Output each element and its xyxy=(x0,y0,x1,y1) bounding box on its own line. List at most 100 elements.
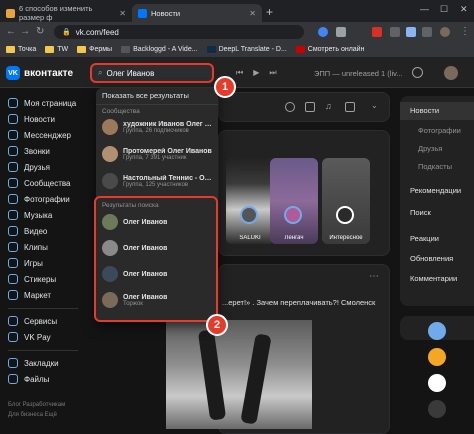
sidebar-item-my-page[interactable]: Моя страница xyxy=(8,98,76,108)
sidebar-item-video[interactable]: Видео xyxy=(8,226,47,236)
bookmark-item[interactable]: Фермы xyxy=(77,46,112,53)
bookmark-icon xyxy=(8,358,18,368)
sidebar-item-news[interactable]: Новости xyxy=(8,114,55,124)
photo-icon[interactable] xyxy=(285,102,295,112)
play-icon[interactable]: ▶ xyxy=(253,68,259,78)
mail-icon[interactable] xyxy=(428,374,446,392)
puzzle-icon[interactable] xyxy=(406,27,416,37)
header-icons xyxy=(412,67,423,78)
filter-friends[interactable]: Друзья xyxy=(418,144,442,153)
chat-icon[interactable] xyxy=(428,400,446,418)
filter-podcasts[interactable]: Подкасты xyxy=(418,162,452,171)
forward-icon[interactable]: → xyxy=(20,26,30,37)
sidebar-item-files[interactable]: Файлы xyxy=(8,374,49,384)
back-icon[interactable]: ← xyxy=(6,26,16,37)
filter-reactions[interactable]: Реакции xyxy=(410,234,439,243)
story-card[interactable]: Интересное xyxy=(322,158,370,244)
sidebar-item-friends[interactable]: Друзья xyxy=(8,162,50,172)
sidebar-item-calls[interactable]: Звонки xyxy=(8,146,50,156)
bell-icon[interactable] xyxy=(412,67,423,78)
community-result[interactable]: художник Иванов Олег #а... Группа, 26 под… xyxy=(102,119,216,135)
bookmark-item[interactable]: TW xyxy=(45,46,68,53)
filter-search[interactable]: Поиск xyxy=(410,208,431,217)
vk-logo[interactable]: VK вконтакте xyxy=(6,66,73,80)
music-icon xyxy=(8,210,18,220)
filter-comments[interactable]: Комментарии xyxy=(410,274,457,283)
story-card[interactable]: SALUKI xyxy=(226,158,274,244)
sticker-icon xyxy=(8,274,18,284)
lock-icon: 🔒 xyxy=(62,29,71,36)
reload-icon[interactable]: ↻ xyxy=(36,26,44,37)
filter-news[interactable]: Новости xyxy=(400,102,474,120)
url-field[interactable]: 🔒 vk.com/feed xyxy=(54,25,304,39)
ok-icon[interactable] xyxy=(428,348,446,366)
video-icon xyxy=(8,226,18,236)
filter-updates[interactable]: Обновления xyxy=(410,254,453,263)
sidebar-item-games[interactable]: Игры xyxy=(8,258,43,268)
avatar xyxy=(102,173,118,189)
sidebar-item-stickers[interactable]: Стикеры xyxy=(8,274,56,284)
maximize-icon[interactable]: ☐ xyxy=(440,4,448,15)
community-result[interactable]: Протомерей Олег Иванов Группа, 7 391 учас… xyxy=(102,146,216,162)
folder-icon xyxy=(45,46,55,53)
article-icon[interactable] xyxy=(345,102,355,112)
close-tab-icon[interactable]: ✕ xyxy=(249,9,256,18)
sidebar-item-bookmarks[interactable]: Закладки xyxy=(8,358,59,368)
story-card[interactable]: Ленгач xyxy=(270,158,318,244)
bookmark-favicon-icon xyxy=(121,46,131,53)
now-playing-track[interactable]: ЭПП — unreleased 1 (liv... xyxy=(314,69,403,78)
next-track-icon[interactable]: ⏭ xyxy=(269,68,276,78)
bookmarks-bar: Точка TW Фермы Backloggd - A Vide... Dee… xyxy=(0,42,474,58)
community-result[interactable]: Настольный Теннис - Оле... Группа, 125 уч… xyxy=(102,173,216,189)
sidebar-item-music[interactable]: Музыка xyxy=(8,210,52,220)
filter-photos[interactable]: Фотографии xyxy=(418,126,461,135)
search-input[interactable]: ⌕ Олег Иванов xyxy=(90,63,214,83)
vk-logo-text: вконтакте xyxy=(24,67,74,79)
minimize-icon[interactable]: — xyxy=(420,4,429,14)
friends-icon xyxy=(8,162,18,172)
sidebar-item-communities[interactable]: Сообщества xyxy=(8,178,70,188)
video-icon[interactable] xyxy=(305,102,315,112)
sidebar-item-photos[interactable]: Фотографии xyxy=(8,194,70,204)
profile-icon[interactable] xyxy=(440,27,450,37)
new-tab-icon[interactable]: + xyxy=(266,5,273,19)
bookmark-item[interactable]: Смотреть онлайн xyxy=(295,46,364,53)
bookmark-item[interactable]: Точка xyxy=(6,46,36,53)
sidebar-item-services[interactable]: Сервисы xyxy=(8,316,57,326)
url-text: vk.com/feed xyxy=(75,27,119,37)
sidepanel-icon[interactable] xyxy=(422,27,432,37)
sidebar-item-messenger[interactable]: Мессенджер xyxy=(8,130,71,140)
avatar[interactable] xyxy=(444,66,458,80)
tab-title: 6 способов изменить размер ф xyxy=(19,4,93,22)
sidebar-footer-links[interactable]: Для бизнеса Ещё xyxy=(8,412,57,418)
search-icon: ⌕ xyxy=(98,68,103,77)
address-bar-row: ← → ↻ 🔒 vk.com/feed ⋮ xyxy=(0,22,474,42)
sidebar-item-vkpay[interactable]: VK Pay xyxy=(8,332,51,342)
browser-tab[interactable]: 6 способов изменить размер ф ✕ xyxy=(0,4,132,22)
share-icon[interactable] xyxy=(336,27,346,37)
filter-recommendations[interactable]: Рекомендации xyxy=(410,186,461,195)
browser-tab-active[interactable]: Новости ✕ xyxy=(132,4,262,22)
previous-track-icon[interactable]: ⏮ xyxy=(236,68,243,78)
sidebar-item-market[interactable]: Маркет xyxy=(8,290,51,300)
post-photo[interactable] xyxy=(166,320,312,429)
avatar xyxy=(102,146,118,162)
mascot-icon[interactable] xyxy=(428,322,446,340)
show-all-results-link[interactable]: Показать все результаты xyxy=(102,91,189,100)
close-tab-icon[interactable]: ✕ xyxy=(119,9,126,18)
music-icon[interactable]: ♫ xyxy=(325,101,332,111)
extension-icon[interactable] xyxy=(390,27,400,37)
bookmark-item[interactable]: DeepL Translate - D... xyxy=(206,46,287,53)
sidebar-footer-links[interactable]: Блог Разработчикам xyxy=(8,402,65,408)
post-menu-icon[interactable]: ⋯ xyxy=(369,271,379,282)
sidebar-item-clips[interactable]: Клипы xyxy=(8,242,48,252)
extension-icon[interactable] xyxy=(372,27,382,37)
user-icon xyxy=(8,98,18,108)
story-label: Интересное xyxy=(329,235,363,241)
menu-dots-icon[interactable]: ⋮ xyxy=(460,26,470,37)
bookmark-item[interactable]: Backloggd - A Vide... xyxy=(121,46,198,53)
close-window-icon[interactable]: ✕ xyxy=(460,4,468,15)
google-icon[interactable] xyxy=(318,27,328,37)
phone-icon xyxy=(8,146,18,156)
chevron-down-icon[interactable]: ⌄ xyxy=(371,101,378,110)
